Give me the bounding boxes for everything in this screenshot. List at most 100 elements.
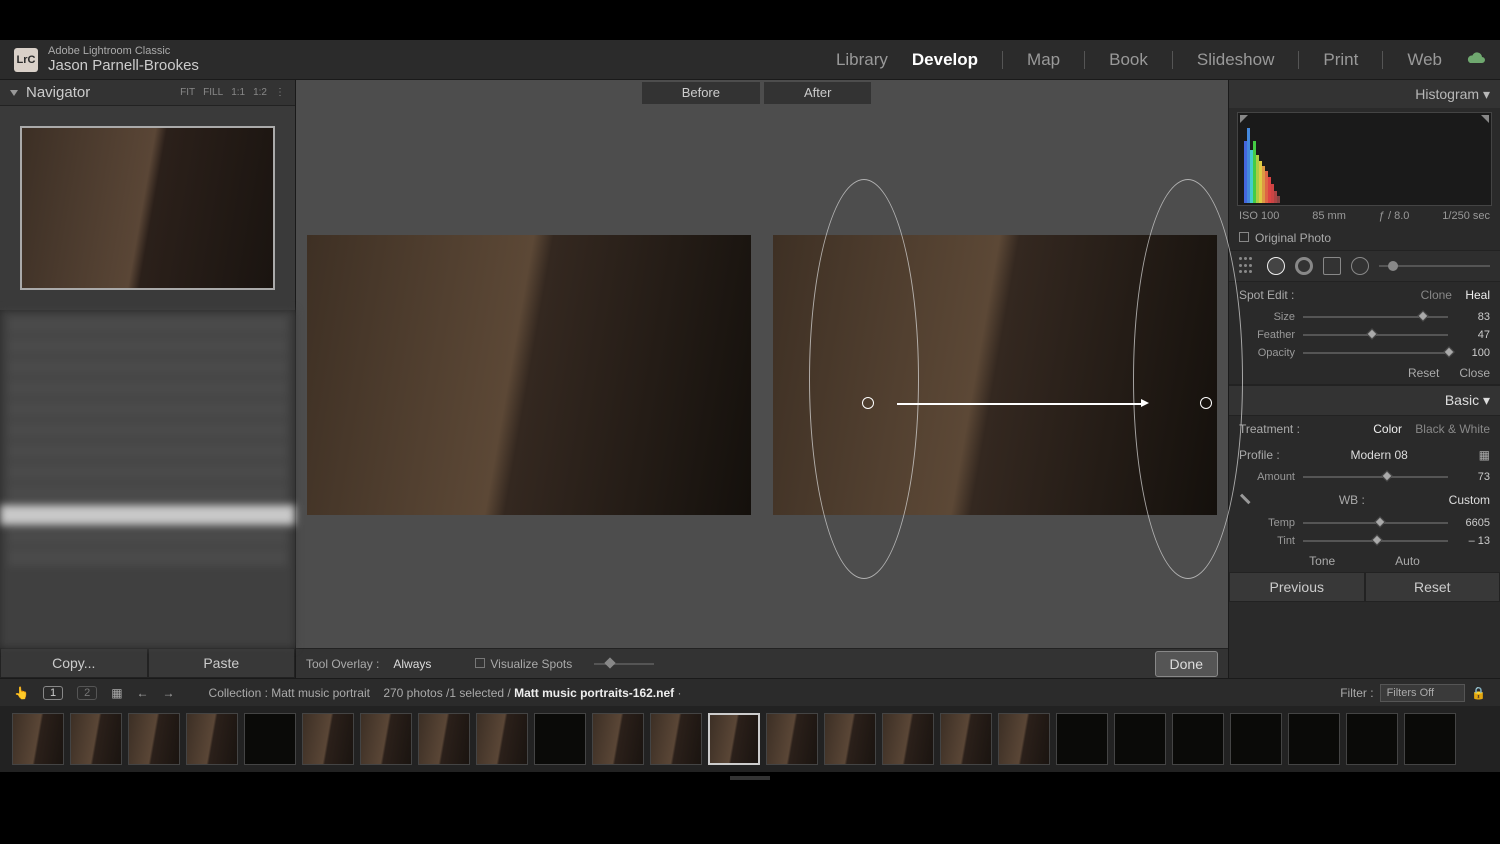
filmstrip-thumb[interactable]	[940, 713, 992, 765]
filmstrip-thumb[interactable]	[534, 713, 586, 765]
wb-value[interactable]: Custom	[1449, 493, 1490, 507]
filmstrip-thumb[interactable]	[1172, 713, 1224, 765]
next-photo-icon[interactable]: →	[163, 686, 175, 700]
module-picker: Library Develop Map Book Slideshow Print…	[836, 50, 1486, 70]
reset-button[interactable]: Reset	[1365, 572, 1500, 602]
navigator-title: Navigator	[26, 84, 90, 101]
module-slideshow[interactable]: Slideshow	[1197, 50, 1275, 70]
checkbox-icon[interactable]	[475, 658, 485, 668]
filmstrip-thumb[interactable]	[592, 713, 644, 765]
filmstrip-thumb[interactable]	[302, 713, 354, 765]
module-library[interactable]: Library	[836, 50, 888, 70]
visualize-spots-toggle[interactable]: Visualize Spots	[475, 657, 572, 671]
treatment-bw[interactable]: Black & White	[1415, 422, 1490, 436]
feather-slider[interactable]: Feather47	[1229, 326, 1500, 344]
navigator-thumbnail[interactable]	[20, 126, 275, 290]
cloud-sync-icon[interactable]	[1466, 50, 1486, 70]
module-web[interactable]: Web	[1407, 50, 1442, 70]
filmstrip-thumb[interactable]	[1288, 713, 1340, 765]
panel-grip-icon[interactable]	[730, 776, 770, 780]
tool-overlay-value[interactable]: Always	[393, 657, 431, 671]
filter-lock-icon[interactable]: 🔒	[1471, 686, 1486, 700]
brush-size-slider[interactable]	[1379, 265, 1490, 267]
copy-button[interactable]: Copy...	[0, 648, 148, 678]
done-button[interactable]: Done	[1155, 651, 1218, 677]
redeye-tool-icon[interactable]	[1295, 257, 1313, 275]
radial-filter-icon[interactable]	[1351, 257, 1369, 275]
visualize-threshold-slider[interactable]	[594, 663, 654, 665]
clone-mode[interactable]: Clone	[1421, 288, 1452, 302]
secondary-display-icon[interactable]: 👆	[14, 686, 29, 700]
histogram-chart[interactable]	[1237, 112, 1492, 206]
navigator-header[interactable]: Navigator FIT FILL 1:1 1:2 ⋮	[0, 80, 295, 106]
paste-button[interactable]: Paste	[148, 648, 296, 678]
original-photo-toggle[interactable]: Original Photo	[1229, 226, 1500, 251]
filmstrip-thumb[interactable]	[1346, 713, 1398, 765]
module-divider	[1002, 51, 1003, 69]
filmstrip-thumb[interactable]	[824, 713, 876, 765]
zoom-fill[interactable]: FILL	[203, 87, 223, 98]
module-map[interactable]: Map	[1027, 50, 1060, 70]
after-image[interactable]	[773, 235, 1217, 515]
spot-reset-button[interactable]: Reset	[1408, 366, 1439, 380]
module-book[interactable]: Book	[1109, 50, 1148, 70]
grid-view-icon[interactable]: ▦	[111, 686, 122, 700]
filmstrip-thumb[interactable]	[1056, 713, 1108, 765]
filmstrip-thumb[interactable]	[360, 713, 412, 765]
filmstrip-thumb[interactable]	[12, 713, 64, 765]
filmstrip-thumb[interactable]	[244, 713, 296, 765]
disclosure-icon[interactable]	[10, 90, 18, 96]
crop-tool-icon[interactable]	[1239, 257, 1257, 275]
zoom-1-2[interactable]: 1:2	[253, 87, 267, 98]
module-print[interactable]: Print	[1323, 50, 1358, 70]
amount-slider[interactable]: Amount73	[1229, 468, 1500, 486]
graduated-filter-icon[interactable]	[1323, 257, 1341, 275]
checkbox-icon[interactable]	[1239, 232, 1249, 242]
basic-panel-header[interactable]: Basic ▾	[1229, 385, 1500, 416]
filmstrip-thumb[interactable]	[882, 713, 934, 765]
filmstrip-thumb[interactable]	[1114, 713, 1166, 765]
filmstrip-thumb[interactable]	[70, 713, 122, 765]
filmstrip-thumb[interactable]	[418, 713, 470, 765]
center-area: Before After	[296, 80, 1228, 678]
presets-panel-blurred	[0, 310, 295, 648]
zoom-1-1[interactable]: 1:1	[231, 87, 245, 98]
secondary-display-toggle[interactable]: 2	[77, 686, 97, 700]
auto-tone-button[interactable]: Auto	[1395, 554, 1420, 568]
previous-button[interactable]: Previous	[1229, 572, 1365, 602]
before-image[interactable]	[307, 235, 751, 515]
profile-row[interactable]: Profile : Modern 08 ▦	[1229, 442, 1500, 468]
filmstrip-thumb[interactable]	[650, 713, 702, 765]
filmstrip-thumb[interactable]	[186, 713, 238, 765]
spot-close-button[interactable]: Close	[1459, 366, 1490, 380]
filmstrip-thumb[interactable]	[998, 713, 1050, 765]
filmstrip-thumb[interactable]	[1404, 713, 1456, 765]
temp-slider[interactable]: Temp6605	[1229, 514, 1500, 532]
filmstrip[interactable]	[0, 706, 1500, 772]
module-develop[interactable]: Develop	[912, 50, 978, 70]
profile-browser-icon[interactable]: ▦	[1479, 448, 1490, 462]
navigator-preview[interactable]	[0, 106, 295, 310]
zoom-more-icon[interactable]: ⋮	[275, 87, 285, 98]
histogram-header[interactable]: Histogram ▾	[1229, 80, 1500, 108]
collection-info: Collection : Matt music portrait 270 pho…	[209, 686, 682, 700]
filter-select[interactable]: Filters Off	[1380, 684, 1465, 702]
highlight-clip-icon[interactable]	[1481, 115, 1489, 123]
filmstrip-thumb-selected[interactable]	[708, 713, 760, 765]
primary-display-toggle[interactable]: 1	[43, 686, 63, 700]
filmstrip-thumb[interactable]	[476, 713, 528, 765]
filmstrip-thumb[interactable]	[1230, 713, 1282, 765]
filmstrip-thumb[interactable]	[766, 713, 818, 765]
tint-slider[interactable]: Tint– 13	[1229, 532, 1500, 550]
spot-removal-tool-icon[interactable]	[1267, 257, 1285, 275]
profile-value[interactable]: Modern 08	[1350, 448, 1407, 462]
opacity-slider[interactable]: Opacity100	[1229, 344, 1500, 362]
zoom-fit[interactable]: FIT	[180, 87, 195, 98]
prev-photo-icon[interactable]: ←	[137, 686, 149, 700]
heal-mode[interactable]: Heal	[1465, 288, 1490, 302]
shadow-clip-icon[interactable]	[1240, 115, 1248, 123]
treatment-color[interactable]: Color	[1373, 422, 1402, 436]
filmstrip-thumb[interactable]	[128, 713, 180, 765]
spot-region-outline	[1133, 179, 1243, 579]
size-slider[interactable]: Size83	[1229, 308, 1500, 326]
